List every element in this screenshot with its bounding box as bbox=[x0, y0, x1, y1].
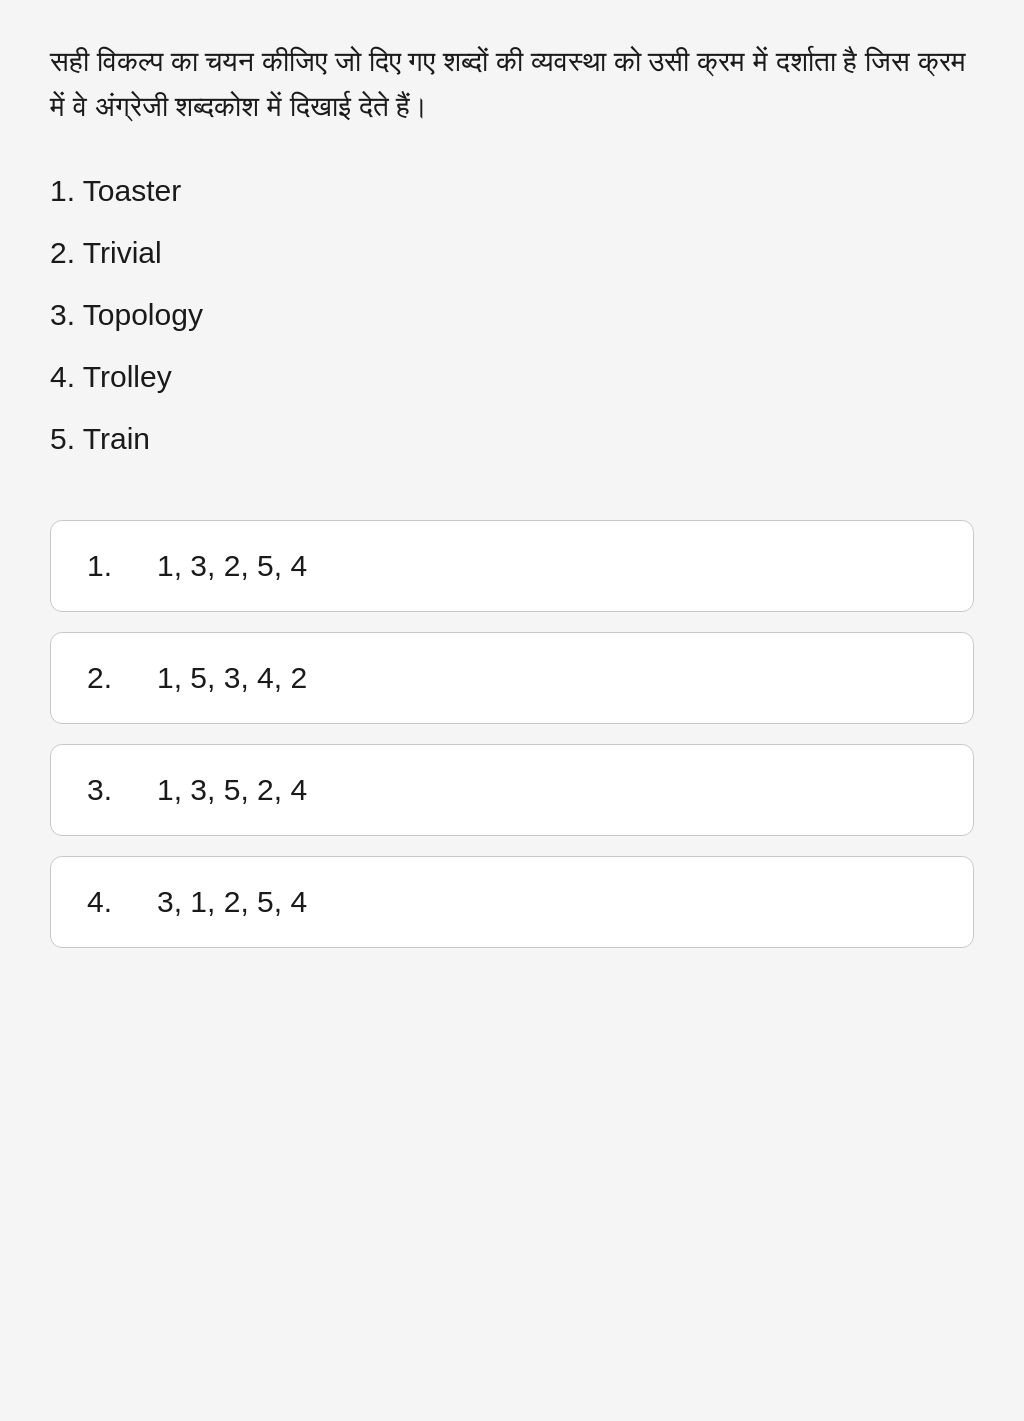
option-1-number: 1. bbox=[87, 549, 127, 583]
word-label-4: Trolley bbox=[83, 360, 172, 393]
option-1[interactable]: 1. 1, 3, 2, 5, 4 bbox=[50, 520, 974, 612]
word-number-4: 4. bbox=[50, 360, 83, 393]
options-container: 1. 1, 3, 2, 5, 4 2. 1, 5, 3, 4, 2 3. 1, … bbox=[50, 520, 974, 948]
word-item-2: 2. Trivial bbox=[50, 222, 974, 284]
option-2-number: 2. bbox=[87, 661, 127, 695]
option-4-value: 3, 1, 2, 5, 4 bbox=[157, 885, 307, 919]
option-1-value: 1, 3, 2, 5, 4 bbox=[157, 549, 307, 583]
word-number-5: 5. bbox=[50, 422, 83, 455]
word-label-2: Trivial bbox=[83, 236, 162, 269]
option-4[interactable]: 4. 3, 1, 2, 5, 4 bbox=[50, 856, 974, 948]
word-number-3: 3. bbox=[50, 298, 83, 331]
word-item-5: 5. Train bbox=[50, 408, 974, 470]
word-number-1: 1. bbox=[50, 174, 83, 207]
word-label-5: Train bbox=[83, 422, 150, 455]
option-4-number: 4. bbox=[87, 885, 127, 919]
word-item-3: 3. Topology bbox=[50, 284, 974, 346]
question-text: सही विकल्प का चयन कीजिए जो दिए गए शब्दों… bbox=[50, 40, 974, 130]
option-3-value: 1, 3, 5, 2, 4 bbox=[157, 773, 307, 807]
word-label-1: Toaster bbox=[83, 174, 181, 207]
word-item-1: 1. Toaster bbox=[50, 160, 974, 222]
word-label-3: Topology bbox=[83, 298, 203, 331]
word-item-4: 4. Trolley bbox=[50, 346, 974, 408]
page-container: सही विकल्प का चयन कीजिए जो दिए गए शब्दों… bbox=[0, 0, 1024, 1421]
word-list: 1. Toaster 2. Trivial 3. Topology 4. Tro… bbox=[50, 160, 974, 470]
option-3-number: 3. bbox=[87, 773, 127, 807]
option-2-value: 1, 5, 3, 4, 2 bbox=[157, 661, 307, 695]
option-2[interactable]: 2. 1, 5, 3, 4, 2 bbox=[50, 632, 974, 724]
option-3[interactable]: 3. 1, 3, 5, 2, 4 bbox=[50, 744, 974, 836]
word-number-2: 2. bbox=[50, 236, 83, 269]
